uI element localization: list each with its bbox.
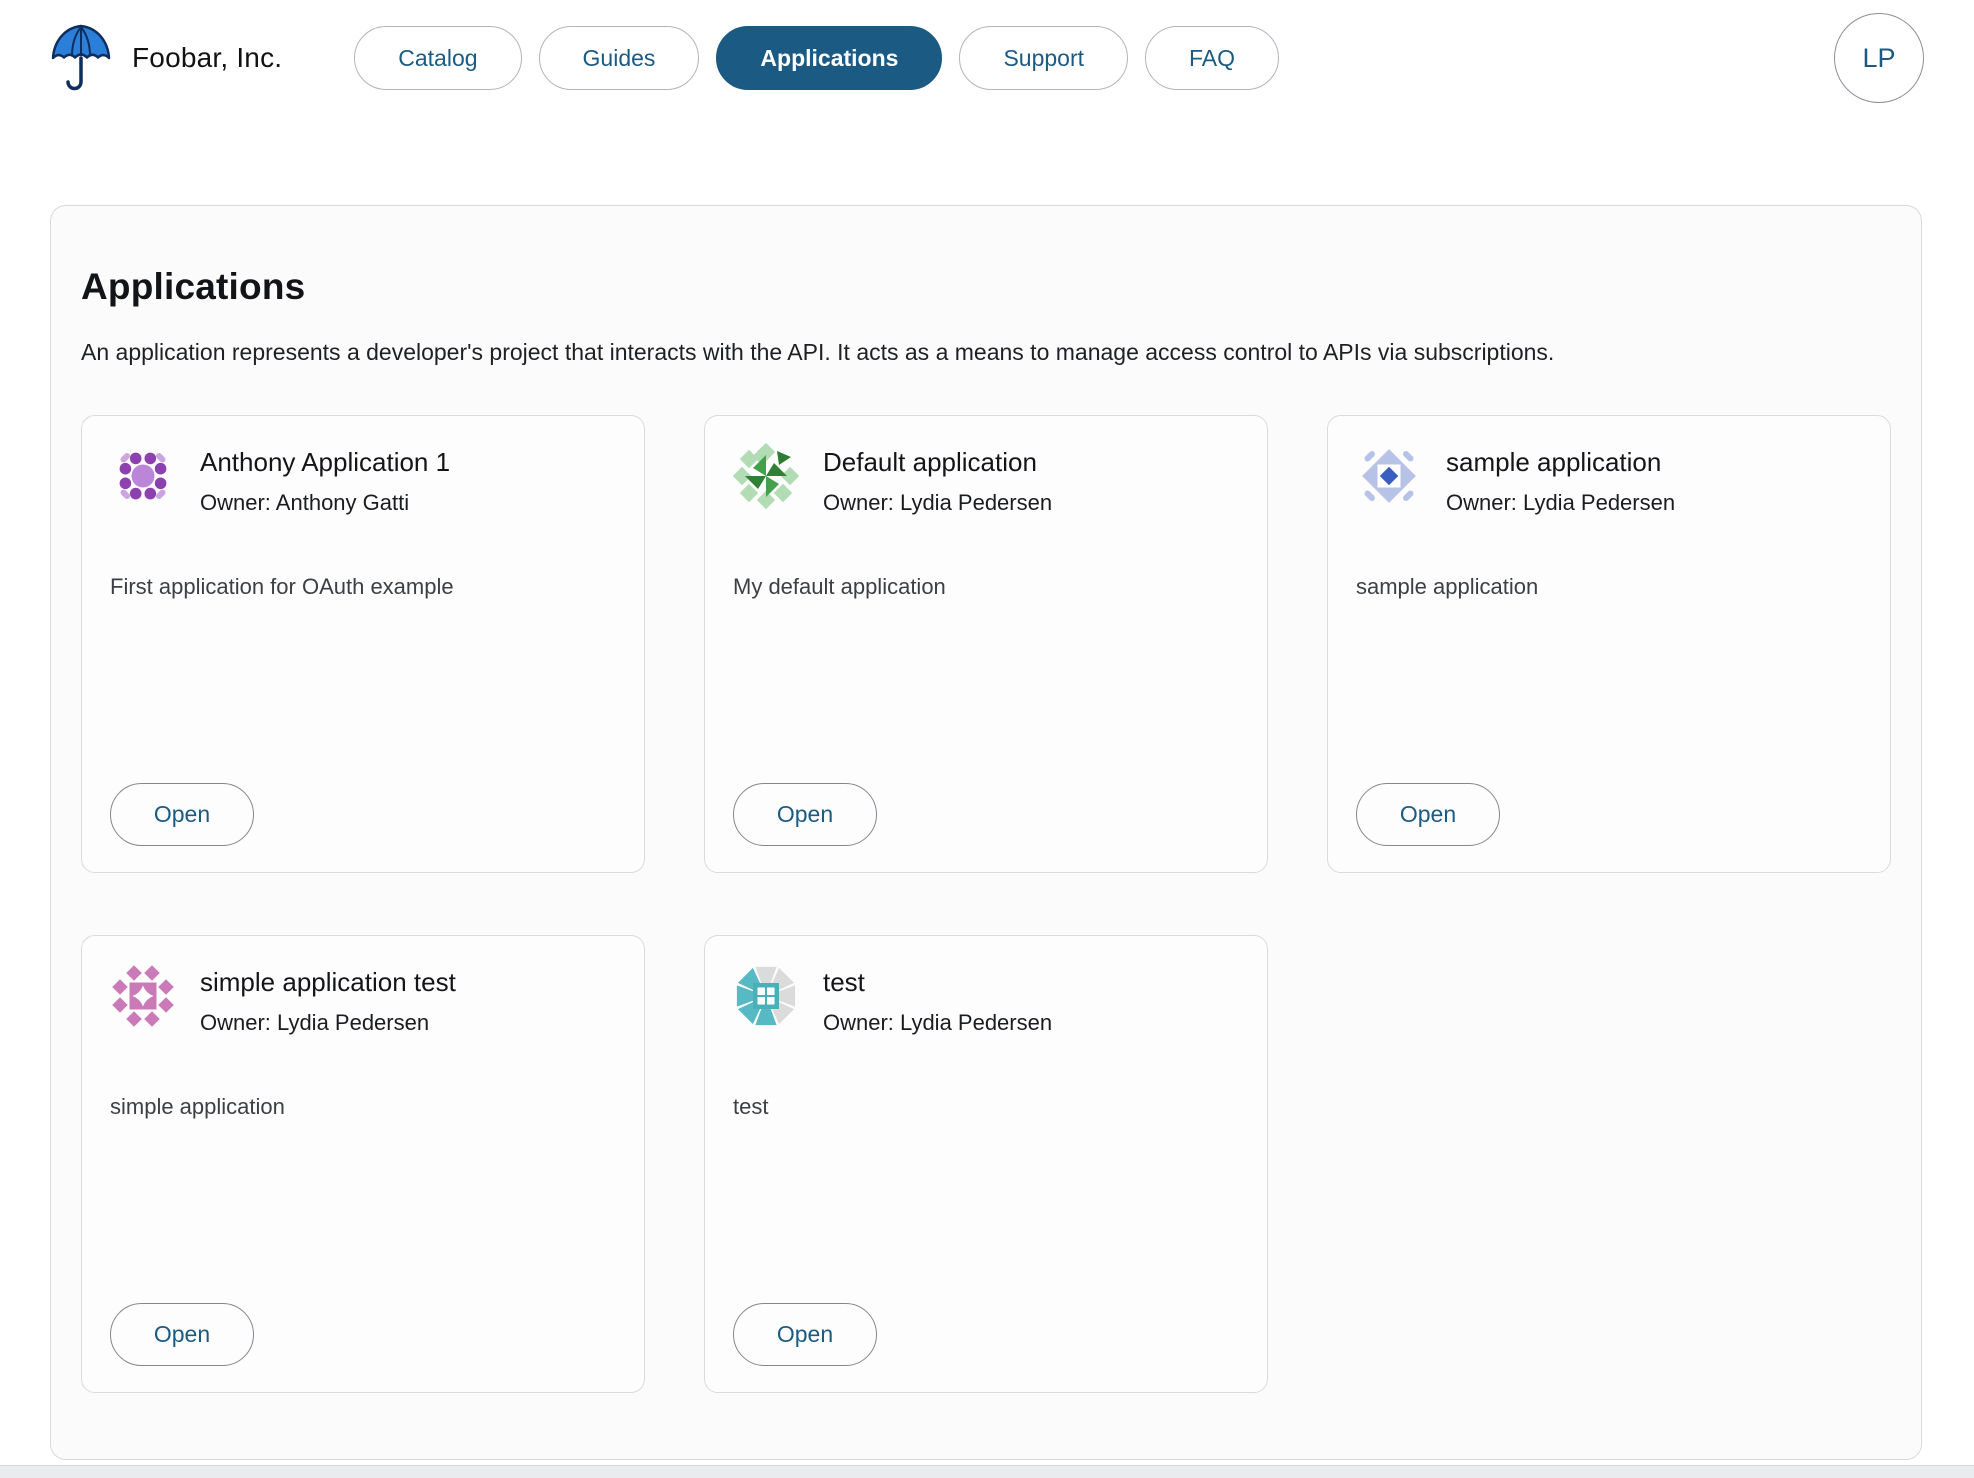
application-description: test xyxy=(733,1093,769,1119)
application-card: simple application test Owner: Lydia Ped… xyxy=(81,934,645,1393)
card-title-block: simple application test Owner: Lydia Ped… xyxy=(200,963,456,1036)
brand-name: Foobar, Inc. xyxy=(132,42,283,73)
application-owner: Owner: Lydia Pedersen xyxy=(200,1009,430,1035)
application-description: My default application xyxy=(733,573,946,599)
identicon-purple-dots-icon xyxy=(119,452,167,500)
applications-grid: Anthony Application 1 Owner: Anthony Gat… xyxy=(81,414,1891,1393)
application-description: sample application xyxy=(1356,573,1539,599)
card-header: test Owner: Lydia Pedersen xyxy=(733,963,1239,1036)
application-card: test Owner: Lydia Pedersen test Open xyxy=(704,934,1268,1393)
header: Foobar, Inc. Catalog Guides Applications… xyxy=(0,0,1974,116)
card-header: sample application Owner: Lydia Pedersen xyxy=(1356,443,1862,516)
open-application-button[interactable]: Open xyxy=(110,782,254,846)
page-title: Applications xyxy=(81,266,306,307)
application-description: simple application xyxy=(110,1093,285,1119)
open-application-button[interactable]: Open xyxy=(110,1302,254,1366)
application-card: Anthony Application 1 Owner: Anthony Gat… xyxy=(81,414,645,873)
application-description: First application for OAuth example xyxy=(110,573,454,599)
open-application-button[interactable]: Open xyxy=(733,1302,877,1366)
application-name: test xyxy=(823,966,865,997)
application-name: simple application test xyxy=(200,966,456,997)
card-header: simple application test Owner: Lydia Ped… xyxy=(110,963,616,1036)
applications-panel: Applications An application represents a… xyxy=(50,205,1922,1460)
card-title-block: Default application Owner: Lydia Pederse… xyxy=(823,443,1052,516)
main-nav: Catalog Guides Applications Support FAQ xyxy=(354,26,1280,90)
card-header: Anthony Application 1 Owner: Anthony Gat… xyxy=(110,443,616,516)
identicon-teal-window-icon xyxy=(736,966,796,1025)
application-owner: Owner: Lydia Pedersen xyxy=(823,1009,1053,1035)
application-card: sample application Owner: Lydia Pedersen… xyxy=(1327,414,1891,873)
nav-item-support[interactable]: Support xyxy=(959,26,1128,90)
nav-item-catalog[interactable]: Catalog xyxy=(354,26,522,90)
open-application-button[interactable]: Open xyxy=(733,782,877,846)
open-application-button[interactable]: Open xyxy=(1356,782,1500,846)
application-card: Default application Owner: Lydia Pederse… xyxy=(704,414,1268,873)
identicon-blue-diamond-icon xyxy=(1362,448,1416,503)
nav-item-applications[interactable]: Applications xyxy=(716,26,943,90)
card-header: Default application Owner: Lydia Pederse… xyxy=(733,442,1239,516)
application-owner: Owner: Lydia Pedersen xyxy=(823,489,1053,515)
card-title-block: test Owner: Lydia Pedersen xyxy=(823,963,1052,1036)
application-name: Default application xyxy=(823,446,1037,477)
card-title-block: sample application Owner: Lydia Pedersen xyxy=(1446,443,1675,516)
page-description: An application represents a developer's … xyxy=(81,339,1555,365)
identicon-pink-star-icon xyxy=(112,964,174,1027)
user-avatar[interactable]: LP xyxy=(1834,13,1924,103)
nav-item-guides[interactable]: Guides xyxy=(538,26,700,90)
umbrella-icon xyxy=(51,24,111,91)
application-name: Anthony Application 1 xyxy=(200,446,451,477)
footer-strip xyxy=(0,1465,1974,1478)
application-name: sample application xyxy=(1446,446,1662,477)
application-owner: Owner: Lydia Pedersen xyxy=(1446,489,1676,515)
nav-item-faq[interactable]: FAQ xyxy=(1145,26,1280,90)
card-title-block: Anthony Application 1 Owner: Anthony Gat… xyxy=(200,443,450,516)
identicon-green-pinwheel-icon xyxy=(733,442,799,509)
application-owner: Owner: Anthony Gatti xyxy=(200,489,410,515)
